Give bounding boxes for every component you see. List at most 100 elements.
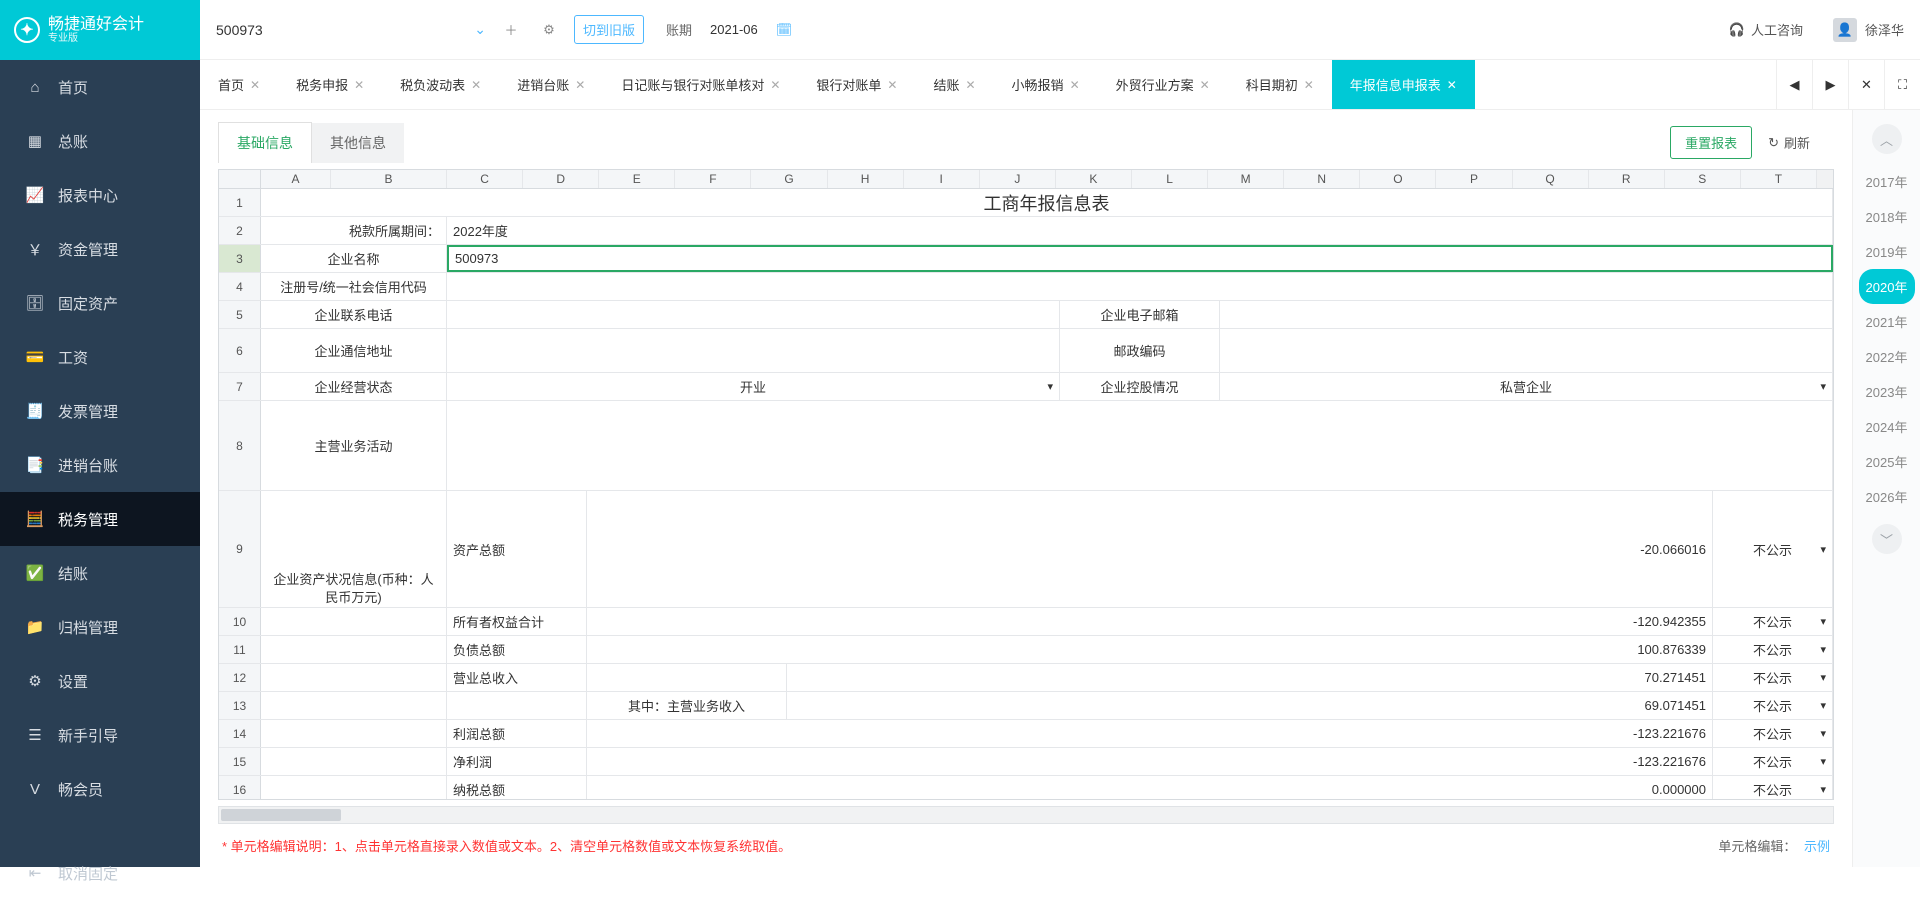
row-header[interactable]: 11 [219, 636, 261, 663]
year-pill[interactable]: 2020年 [1859, 269, 1915, 304]
close-icon[interactable]: ✕ [471, 78, 481, 92]
row-header[interactable]: 4 [219, 273, 261, 300]
tabs-close-all[interactable]: ✕ [1848, 60, 1884, 109]
nav-item-archive[interactable]: 📁归档管理 [0, 600, 200, 654]
year-pill[interactable]: 2017年 [1859, 164, 1915, 199]
row-header[interactable]: 13 [219, 692, 261, 719]
year-prev[interactable]: ︿ [1872, 124, 1902, 154]
address-value[interactable] [447, 329, 1060, 372]
email-value[interactable] [1220, 301, 1833, 328]
col-header[interactable]: O [1360, 170, 1436, 188]
nav-item-fund[interactable]: ￥资金管理 [0, 222, 200, 276]
tab[interactable]: 年报信息申报表✕ [1332, 60, 1475, 109]
disclose-select[interactable]: 不公示 [1713, 748, 1833, 775]
disclose-select[interactable]: 不公示 [1713, 720, 1833, 747]
metric-value[interactable]: 69.071451 [787, 692, 1713, 719]
row-header[interactable]: 15 [219, 748, 261, 775]
add-icon[interactable]: ＋ [498, 17, 524, 43]
tab[interactable]: 科目期初✕ [1228, 60, 1332, 109]
unpin-sidebar[interactable]: ⇤ 取消固定 [0, 846, 200, 900]
row-header[interactable]: 3 [219, 245, 261, 272]
switch-old-button[interactable]: 切到旧版 [574, 15, 644, 44]
nav-item-asset[interactable]: 🗄固定资产 [0, 276, 200, 330]
disclose-select[interactable]: 不公示 [1713, 776, 1833, 799]
col-header[interactable]: D [523, 170, 599, 188]
select-all-corner[interactable] [219, 170, 261, 188]
row-header[interactable]: 2 [219, 217, 261, 244]
fullscreen-icon[interactable]: ⛶ [1884, 60, 1920, 109]
tab[interactable]: 小畅报销✕ [994, 60, 1098, 109]
row-header[interactable]: 1 [219, 189, 261, 216]
row-header[interactable]: 14 [219, 720, 261, 747]
subtab-other[interactable]: 其他信息 [312, 123, 404, 163]
nav-item-home[interactable]: ⌂首页 [0, 60, 200, 114]
col-header[interactable]: M [1208, 170, 1284, 188]
col-header[interactable]: T [1741, 170, 1817, 188]
col-header[interactable]: A [261, 170, 331, 188]
main-biz-value[interactable] [447, 401, 1833, 490]
metric-value[interactable]: -120.942355 [587, 608, 1713, 635]
help-link[interactable]: 🎧 人工咨询 [1729, 20, 1803, 39]
status-select[interactable]: 开业 [447, 373, 1060, 400]
tab[interactable]: 首页✕ [200, 60, 278, 109]
close-icon[interactable]: ✕ [354, 78, 364, 92]
row-header[interactable]: 12 [219, 664, 261, 691]
close-icon[interactable]: ✕ [1447, 78, 1457, 92]
tab[interactable]: 进销台账✕ [499, 60, 603, 109]
close-icon[interactable]: ✕ [575, 78, 585, 92]
refresh-button[interactable]: ↻ 刷新 [1768, 133, 1810, 152]
company-selector[interactable]: 500973 ⌄ [216, 21, 486, 38]
reg-code-value[interactable] [447, 273, 1833, 300]
col-header[interactable]: K [1056, 170, 1132, 188]
example-link[interactable]: 示例 [1804, 839, 1830, 854]
year-pill[interactable]: 2022年 [1859, 339, 1915, 374]
reset-button[interactable]: 重置报表 [1670, 126, 1752, 159]
close-icon[interactable]: ✕ [1304, 78, 1314, 92]
year-pill[interactable]: 2019年 [1859, 234, 1915, 269]
col-header[interactable]: P [1436, 170, 1512, 188]
col-header[interactable]: G [751, 170, 827, 188]
tabs-prev[interactable]: ◀ [1776, 60, 1812, 109]
nav-item-psi[interactable]: 📑进销台账 [0, 438, 200, 492]
user-chip[interactable]: 👤 徐泽华 [1833, 18, 1904, 42]
row-header[interactable]: 7 [219, 373, 261, 400]
gear-icon[interactable]: ⚙ [536, 17, 562, 43]
row-header[interactable]: 6 [219, 329, 261, 372]
col-header[interactable]: N [1284, 170, 1360, 188]
metric-value[interactable]: -123.221676 [587, 748, 1713, 775]
period-value[interactable]: 2021-06 [710, 22, 758, 37]
col-header[interactable]: R [1589, 170, 1665, 188]
tab[interactable]: 日记账与银行对账单核对✕ [603, 60, 798, 109]
col-header[interactable]: B [331, 170, 447, 188]
close-icon[interactable]: ✕ [1200, 78, 1210, 92]
phone-value[interactable] [447, 301, 1060, 328]
metric-value[interactable]: 100.876339 [587, 636, 1713, 663]
holding-select[interactable]: 私营企业 [1220, 373, 1833, 400]
col-header[interactable]: E [599, 170, 675, 188]
metric-value[interactable]: -20.066016 [587, 491, 1713, 607]
nav-item-vip[interactable]: V畅会员 [0, 762, 200, 816]
metric-value[interactable]: -123.221676 [587, 720, 1713, 747]
nav-item-salary[interactable]: 💳工资 [0, 330, 200, 384]
year-pill[interactable]: 2021年 [1859, 304, 1915, 339]
metric-value[interactable]: 0.000000 [587, 776, 1713, 799]
nav-item-settings[interactable]: ⚙设置 [0, 654, 200, 708]
disclose-select[interactable]: 不公示 [1713, 636, 1833, 663]
col-header[interactable]: Q [1513, 170, 1589, 188]
col-header[interactable]: C [447, 170, 523, 188]
horizontal-scrollbar[interactable] [218, 806, 1834, 824]
row-header[interactable]: 5 [219, 301, 261, 328]
year-pill[interactable]: 2023年 [1859, 374, 1915, 409]
nav-item-close-period[interactable]: ✅结账 [0, 546, 200, 600]
period-value-cell[interactable]: 2022年度 [447, 217, 1833, 244]
col-header[interactable]: L [1132, 170, 1208, 188]
company-name-input[interactable]: 500973 [447, 245, 1833, 272]
year-pill[interactable]: 2018年 [1859, 199, 1915, 234]
col-header[interactable]: F [675, 170, 751, 188]
subtab-basic[interactable]: 基础信息 [218, 122, 312, 163]
postcode-value[interactable] [1220, 329, 1833, 372]
nav-item-chart[interactable]: 📈报表中心 [0, 168, 200, 222]
col-header[interactable]: I [904, 170, 980, 188]
close-icon[interactable]: ✕ [250, 78, 260, 92]
tabs-next[interactable]: ▶ [1812, 60, 1848, 109]
